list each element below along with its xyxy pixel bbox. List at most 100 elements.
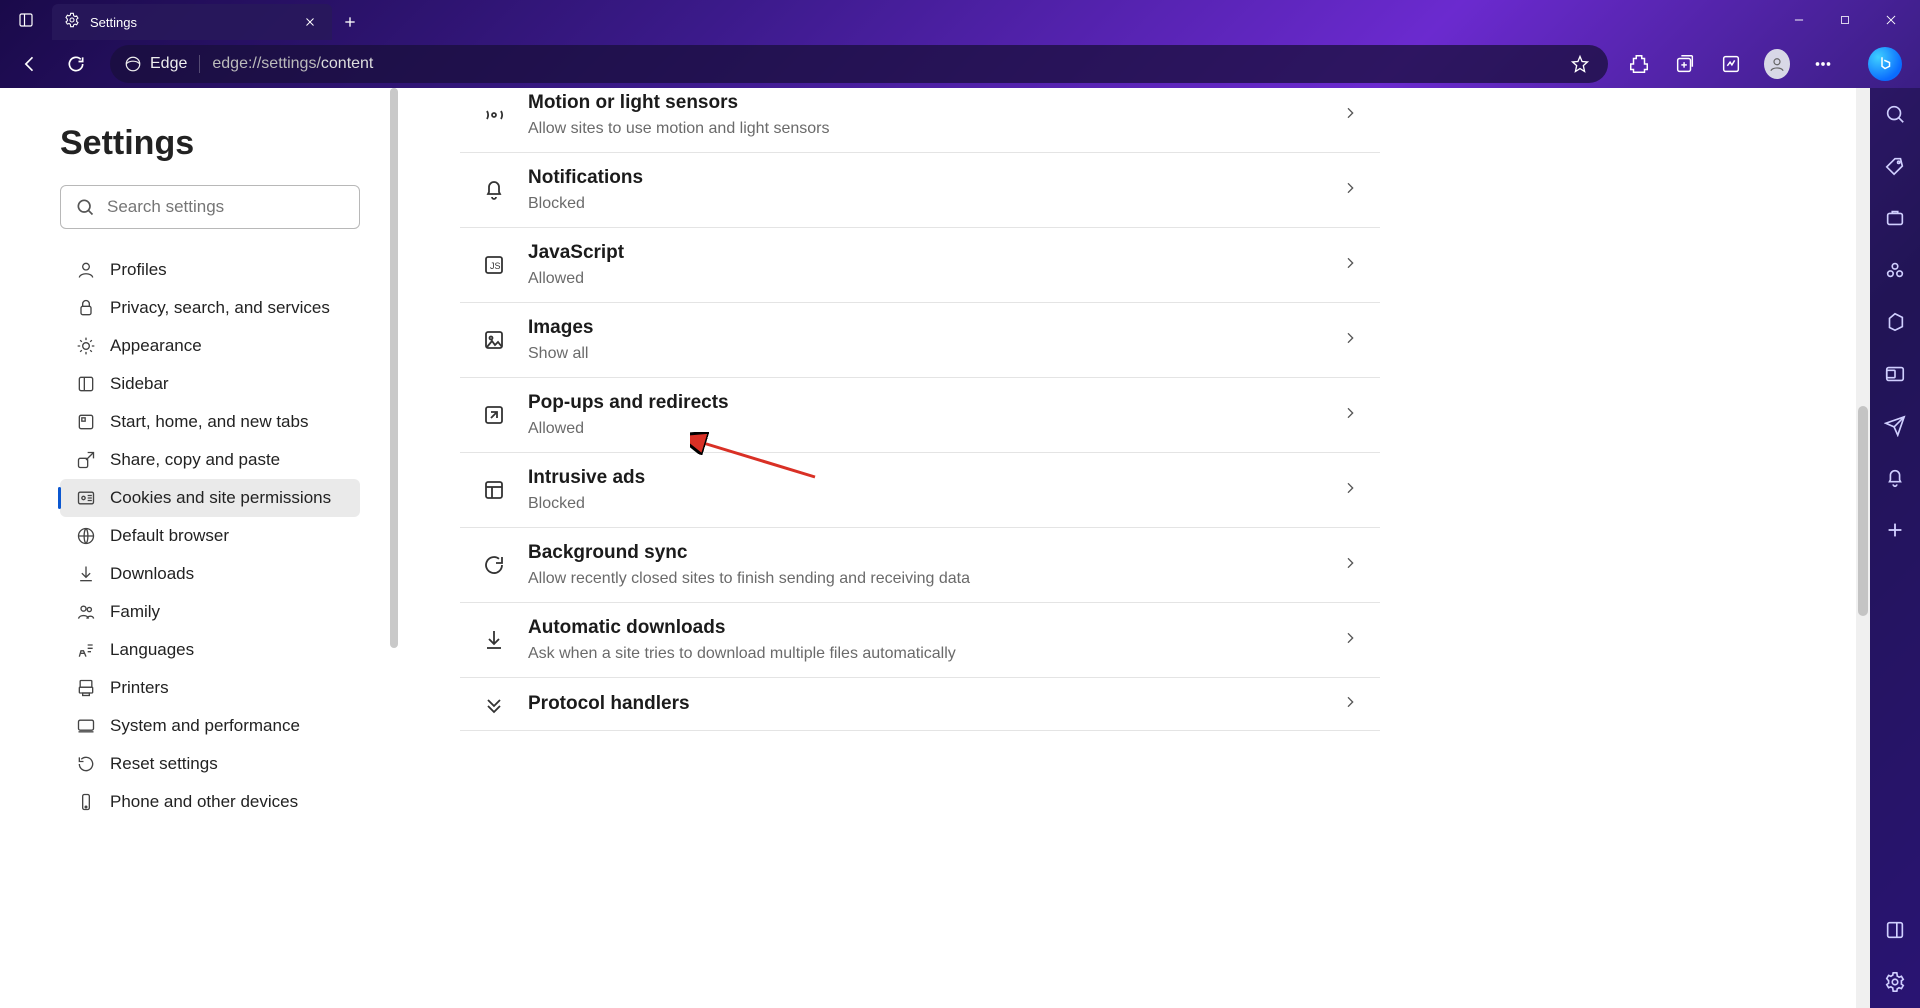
search-settings-input[interactable] [107,197,345,217]
chevron-right-icon [1342,255,1358,276]
row-icon [482,478,506,502]
sidebar-games-icon[interactable] [1883,258,1907,282]
collections-button[interactable] [1672,51,1698,77]
row-subtitle: Blocked [528,195,1320,213]
sidebar-search-icon[interactable] [1883,102,1907,126]
browser-tab[interactable]: Settings [52,4,332,40]
row-subtitle: Allowed [528,420,1320,438]
sidebar-collapse-icon[interactable] [1883,918,1907,942]
permission-row-background-sync[interactable]: Background sync Allow recently closed sit… [460,528,1380,603]
extensions-button[interactable] [1626,51,1652,77]
nav-item-label: Languages [110,640,194,660]
nav-item-share-copy-and-paste[interactable]: Share, copy and paste [60,441,360,479]
close-window-button[interactable] [1868,0,1914,40]
chevron-right-icon [1342,694,1358,715]
nav-item-reset-settings[interactable]: Reset settings [60,745,360,783]
sidebar-outlook-icon[interactable] [1883,362,1907,386]
permission-row-notifications[interactable]: Notifications Blocked [460,153,1380,228]
gear-icon [64,12,80,33]
page-scrollbar[interactable] [1856,88,1870,1008]
permission-row-images[interactable]: ImagesShow all [460,303,1380,378]
nav-item-appearance[interactable]: Appearance [60,327,360,365]
sidebar-shopping-icon[interactable] [1883,154,1907,178]
row-subtitle: Allowed [528,270,1320,288]
refresh-button[interactable] [56,44,96,84]
nav-item-label: Profiles [110,260,167,280]
row-icon [482,692,506,716]
search-settings-box[interactable] [60,185,360,229]
nav-item-start-home-and-new-tabs[interactable]: Start, home, and new tabs [60,403,360,441]
bing-chat-button[interactable] [1868,47,1902,81]
permission-row-javascript[interactable]: JS JavaScript Allowed [460,228,1380,303]
permission-row-intrusive-ads[interactable]: Intrusive ads Blocked [460,453,1380,528]
nav-item-printers[interactable]: Printers [60,669,360,707]
nav-item-profiles[interactable]: Profiles [60,251,360,289]
permission-row-pop-ups-and-redirects[interactable]: Pop-ups and redirectsAllowed [460,378,1380,453]
sidebar-scrollbar[interactable] [388,88,400,1008]
nav-item-icon [76,640,96,660]
row-title: Intrusive ads [528,467,1320,489]
permission-row-motion-or-light-sensors[interactable]: Motion or light sensorsAllow sites to us… [460,88,1380,153]
back-button[interactable] [10,44,50,84]
nav-item-label: Phone and other devices [110,792,298,812]
nav-item-privacy-search-and-services[interactable]: Privacy, search, and services [60,289,360,327]
permission-row-automatic-downloads[interactable]: Automatic downloadsAsk when a site tries… [460,603,1380,678]
row-title: Notifications [528,167,1320,189]
nav-item-icon [76,602,96,622]
nav-item-family[interactable]: Family [60,593,360,631]
more-button[interactable] [1810,51,1836,77]
nav-item-phone-and-other-devices[interactable]: Phone and other devices [60,783,360,821]
nav-item-cookies-and-site-permissions[interactable]: Cookies and site permissions [60,479,360,517]
profile-button[interactable] [1764,51,1790,77]
sidebar-m365-icon[interactable] [1883,310,1907,334]
nav-item-label: Downloads [110,564,194,584]
sidebar-bell-icon[interactable] [1883,466,1907,490]
minimize-button[interactable] [1776,0,1822,40]
tab-actions-button[interactable] [0,0,52,40]
nav-item-default-browser[interactable]: Default browser [60,517,360,555]
nav-item-icon [76,260,96,280]
nav-item-sidebar[interactable]: Sidebar [60,365,360,403]
row-title: Automatic downloads [528,617,1320,639]
nav-item-label: Privacy, search, and services [110,298,330,318]
nav-item-icon [76,564,96,584]
nav-item-icon [76,298,96,318]
nav-item-icon [76,754,96,774]
row-title: JavaScript [528,242,1320,264]
nav-item-icon [76,678,96,698]
nav-item-label: Reset settings [110,754,218,774]
nav-item-languages[interactable]: Languages [60,631,360,669]
nav-item-downloads[interactable]: Downloads [60,555,360,593]
sidebar-settings-icon[interactable] [1883,970,1907,994]
settings-page: Settings ProfilesPrivacy, search, and se… [0,88,1870,1008]
chevron-right-icon [1342,630,1358,651]
site-identity[interactable]: Edge [124,55,200,73]
chevron-right-icon [1342,555,1358,576]
tab-close-button[interactable] [300,12,320,32]
settings-content: Motion or light sensorsAllow sites to us… [400,88,1870,1008]
permission-row-protocol-handlers[interactable]: Protocol handlers [460,678,1380,731]
favorite-button[interactable] [1566,50,1594,78]
address-bar[interactable]: Edge edge://settings/content [110,45,1608,83]
sidebar-drop-icon[interactable] [1883,414,1907,438]
settings-sidebar: Settings ProfilesPrivacy, search, and se… [0,88,400,1008]
row-icon: JS [482,253,506,277]
chevron-right-icon [1342,330,1358,351]
row-icon [482,403,506,427]
sidebar-tools-icon[interactable] [1883,206,1907,230]
row-subtitle: Blocked [528,495,1320,513]
browser-essentials-button[interactable] [1718,51,1744,77]
new-tab-button[interactable] [332,4,368,40]
row-subtitle: Allow recently closed sites to finish se… [528,570,1320,588]
nav-item-icon [76,716,96,736]
row-title: Background sync [528,542,1320,564]
nav-item-icon [76,450,96,470]
nav-item-icon [76,374,96,394]
sidebar-add-button[interactable] [1883,518,1907,542]
nav-item-label: Default browser [110,526,229,546]
nav-item-label: System and performance [110,716,300,736]
row-subtitle: Allow sites to use motion and light sens… [528,120,1320,138]
maximize-button[interactable] [1822,0,1868,40]
nav-item-system-and-performance[interactable]: System and performance [60,707,360,745]
nav-item-icon [76,526,96,546]
